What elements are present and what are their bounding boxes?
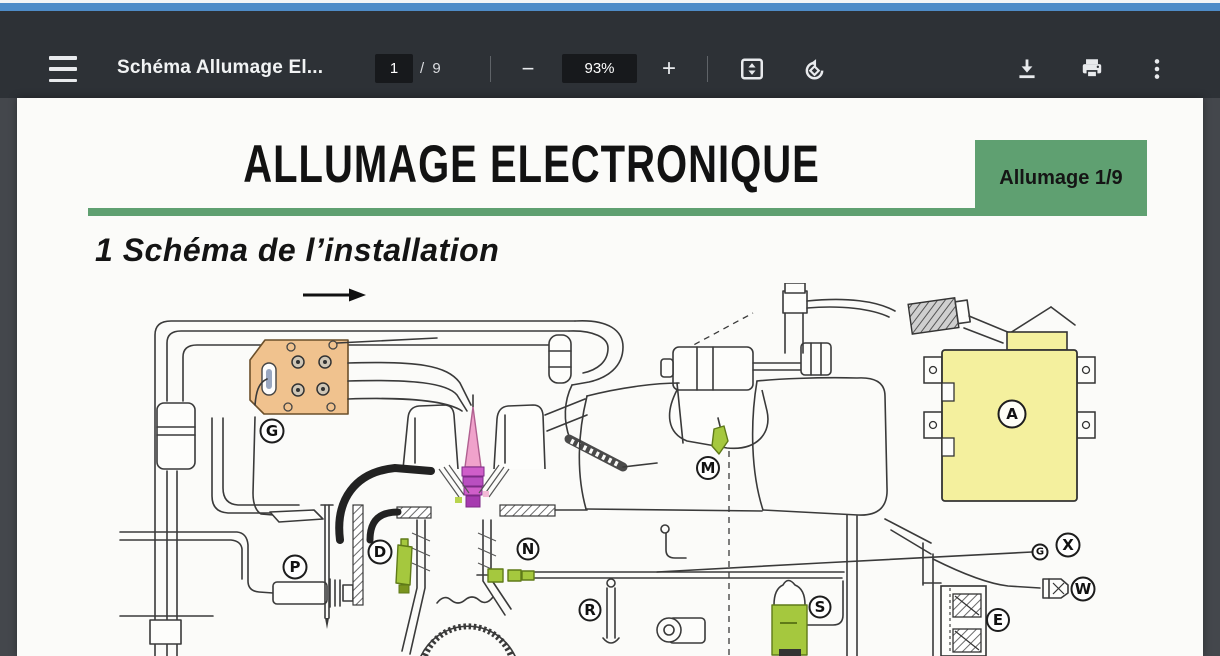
- svg-text:D: D: [374, 543, 386, 561]
- label-E: E: [986, 608, 1010, 632]
- page-number-input[interactable]: 1: [375, 54, 413, 83]
- svg-text:N: N: [522, 540, 535, 558]
- label-D: D: [367, 539, 393, 565]
- svg-text:G: G: [266, 422, 278, 440]
- svg-text:W: W: [1075, 580, 1092, 598]
- label-A: A: [997, 399, 1027, 429]
- sensor-s: [771, 579, 808, 656]
- fit-to-page-button[interactable]: [735, 52, 769, 86]
- label-R: R: [578, 598, 602, 622]
- print-button[interactable]: [1075, 52, 1109, 86]
- label-N: N: [516, 537, 540, 561]
- valve-cover-domes: [402, 398, 588, 470]
- dipstick: [320, 504, 334, 629]
- rotate-button[interactable]: [797, 52, 831, 86]
- svg-text:P: P: [290, 558, 301, 576]
- ignition-schematic-diagram: G M A P D N R S E X W G: [119, 283, 1096, 656]
- toolbar-separator: [490, 56, 491, 82]
- pdf-page: ALLUMAGE ELECTRONIQUE Allumage 1/9 1 Sch…: [17, 98, 1203, 656]
- sensor-r-bracket: [602, 578, 620, 644]
- rotate-counterclockwise-icon: [805, 58, 823, 79]
- title-underline: [88, 208, 975, 216]
- ht-leads: [347, 361, 472, 412]
- condenser-component: [156, 402, 196, 470]
- connector-w-plug: [1042, 578, 1069, 599]
- air-hose-assembly: [548, 320, 658, 472]
- label-S: S: [808, 595, 832, 619]
- window-accent-strip: [0, 3, 1220, 11]
- svg-text:A: A: [1006, 405, 1018, 423]
- chapter-badge: Allumage 1/9: [975, 140, 1147, 216]
- label-M: M: [696, 456, 720, 480]
- direction-arrow-icon: [303, 288, 366, 302]
- print-icon: [1082, 59, 1102, 78]
- label-P: P: [282, 554, 308, 580]
- bottom-left-fitting: [149, 619, 182, 645]
- document-title: Schéma Allumage El...: [117, 57, 324, 78]
- starter-motor: [656, 524, 706, 644]
- rocker-rail: [499, 504, 556, 517]
- page-count: / 9: [420, 60, 443, 77]
- svg-text:R: R: [584, 601, 596, 619]
- label-g-small: G: [1031, 543, 1049, 561]
- more-options-button[interactable]: [1140, 52, 1174, 86]
- download-icon: [1019, 59, 1035, 79]
- more-options-icon: [1154, 59, 1160, 79]
- label-W: W: [1070, 576, 1096, 602]
- svg-text:G: G: [1036, 547, 1044, 558]
- page-title: ALLUMAGE ELECTRONIQUE: [243, 136, 820, 195]
- cylinder-and-flywheel: [401, 519, 516, 656]
- zoom-in-button[interactable]: +: [653, 53, 685, 85]
- svg-text:S: S: [815, 598, 826, 616]
- zoom-level-input[interactable]: 93%: [562, 54, 637, 83]
- svg-text:X: X: [1062, 536, 1074, 554]
- pdf-toolbar: Schéma Allumage El... 1 / 9 − 93% +: [0, 11, 1220, 98]
- fit-to-page-icon: [741, 58, 763, 80]
- label-G: G: [259, 418, 285, 444]
- rocker-rail: [396, 506, 432, 519]
- download-button[interactable]: [1010, 52, 1044, 86]
- svg-text:E: E: [993, 611, 1003, 629]
- sensor-d: [395, 538, 413, 594]
- pressure-sensor: [272, 578, 354, 608]
- toolbar-separator: [707, 56, 708, 82]
- timing-belt-strip: [352, 504, 364, 606]
- relay-block: [940, 585, 987, 656]
- menu-icon[interactable]: [46, 54, 80, 84]
- zoom-out-button[interactable]: −: [512, 53, 544, 85]
- distributor-assembly: [660, 312, 832, 450]
- label-X: X: [1055, 532, 1081, 558]
- sensor-n-connector: [487, 568, 535, 583]
- section-heading: 1 Schéma de l’installation: [95, 232, 500, 268]
- svg-text:M: M: [701, 459, 716, 477]
- pdf-viewport: ALLUMAGE ELECTRONIQUE Allumage 1/9 1 Sch…: [0, 98, 1220, 656]
